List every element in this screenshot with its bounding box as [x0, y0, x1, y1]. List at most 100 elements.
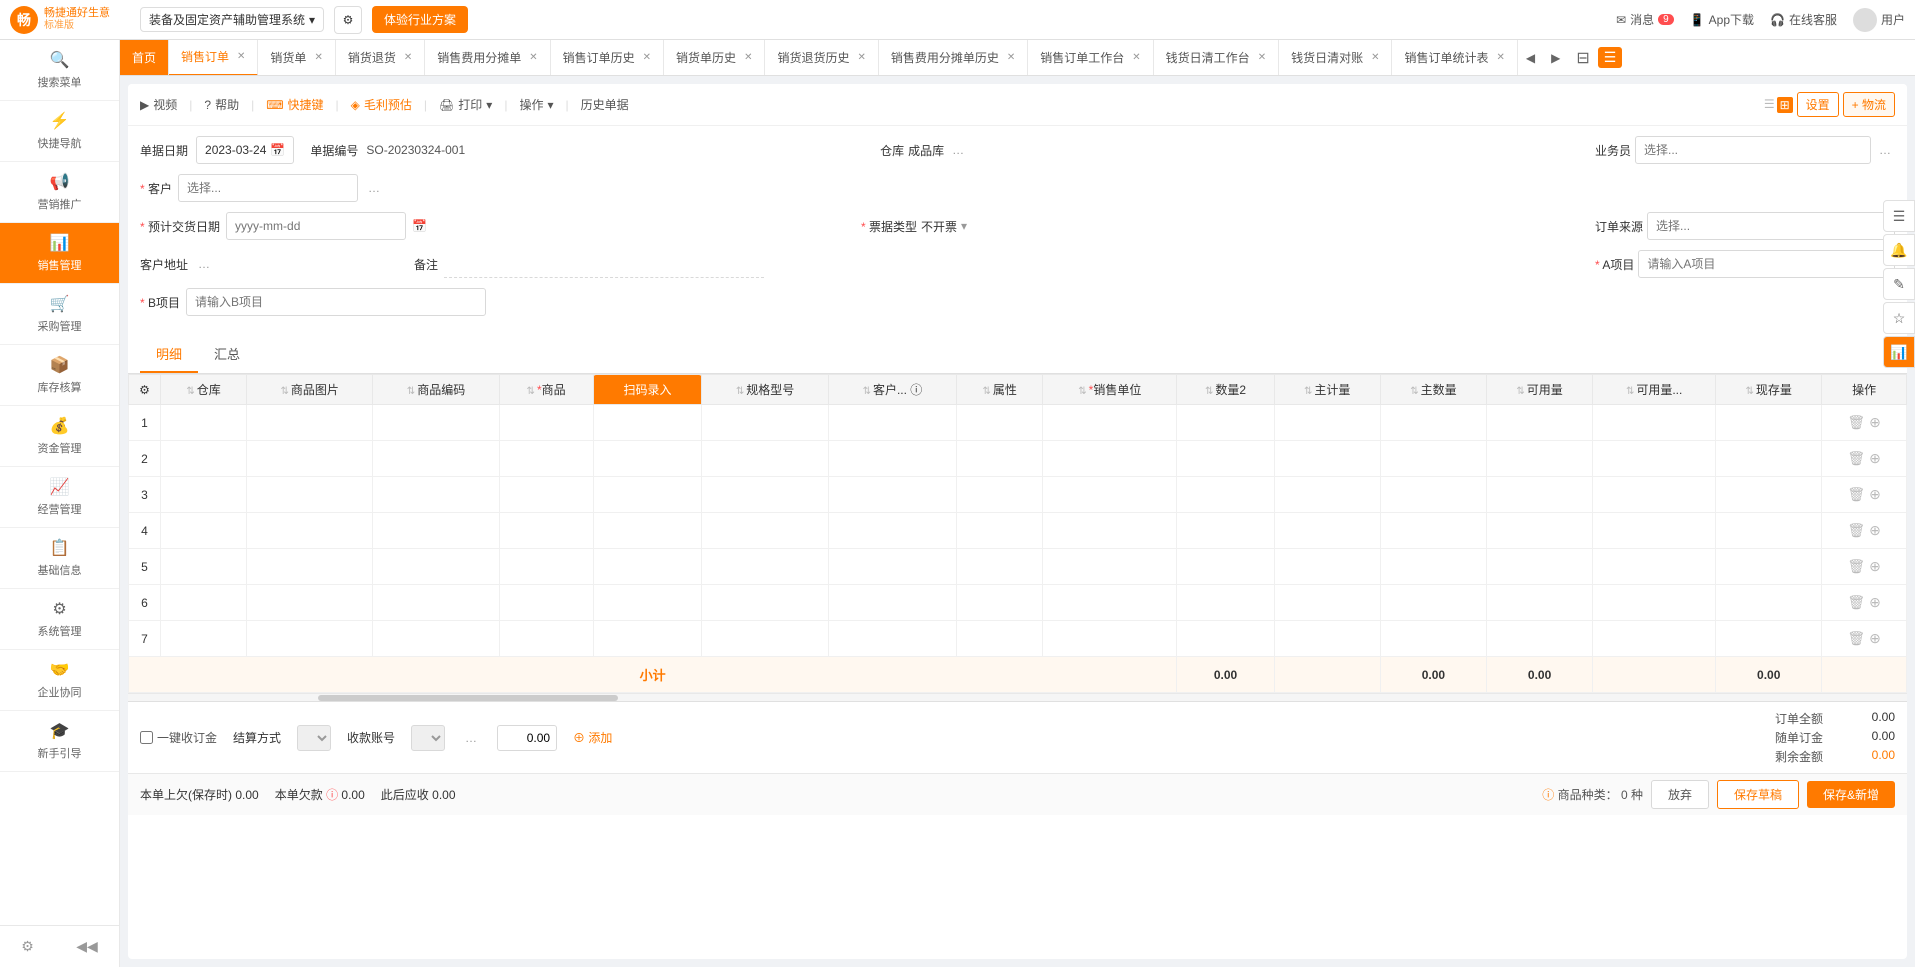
- remark-input[interactable]: [444, 250, 764, 278]
- sidebar-settings-btn[interactable]: ⚙: [17, 934, 38, 959]
- app-download-btn[interactable]: 📱 App下载: [1690, 11, 1754, 28]
- close-icon[interactable]: ✕: [1258, 40, 1266, 76]
- receipt-account-select[interactable]: [411, 725, 445, 751]
- delivery-date-input[interactable]: [226, 212, 406, 240]
- cell-warehouse[interactable]: [161, 441, 247, 477]
- cell-sales-unit[interactable]: [1043, 549, 1177, 585]
- float-btn-3[interactable]: ✎: [1883, 268, 1915, 300]
- cell-available2[interactable]: [1593, 549, 1716, 585]
- cell-main-unit[interactable]: [1274, 441, 1380, 477]
- cell-available[interactable]: [1487, 477, 1593, 513]
- cell-product[interactable]: [499, 513, 593, 549]
- cell-main-unit[interactable]: [1274, 585, 1380, 621]
- cell-available2[interactable]: [1593, 477, 1716, 513]
- warehouse-expand-btn[interactable]: …: [948, 143, 968, 157]
- cell-product[interactable]: [499, 621, 593, 657]
- cell-warehouse[interactable]: [161, 549, 247, 585]
- cell-customer-code[interactable]: [828, 477, 957, 513]
- receipt-amount-input[interactable]: [497, 725, 557, 751]
- cell-main-qty[interactable]: [1380, 621, 1486, 657]
- history-btn[interactable]: 历史单据: [581, 96, 629, 113]
- cell-current-stock[interactable]: [1716, 441, 1822, 477]
- cell-main-qty[interactable]: [1380, 585, 1486, 621]
- close-icon[interactable]: ✕: [857, 40, 865, 76]
- delete-icon[interactable]: 🗑: [1847, 558, 1865, 575]
- tab-sales-return[interactable]: 销货退货 ✕: [336, 40, 425, 76]
- list-view-btn[interactable]: ☰: [1764, 97, 1775, 113]
- cell-current-stock[interactable]: [1716, 477, 1822, 513]
- cell-code[interactable]: [373, 441, 499, 477]
- sidebar-item-guide[interactable]: 🎓 新手引导: [0, 711, 119, 772]
- delivery-calendar-icon[interactable]: 📅: [412, 219, 427, 233]
- cell-code[interactable]: [373, 477, 499, 513]
- add-receipt-btn[interactable]: ⊕ 添加: [573, 729, 612, 746]
- copy-icon[interactable]: ⊕: [1869, 630, 1881, 647]
- cell-warehouse[interactable]: [161, 585, 247, 621]
- cell-attribute[interactable]: [957, 621, 1043, 657]
- cell-available[interactable]: [1487, 621, 1593, 657]
- cell-attribute[interactable]: [957, 513, 1043, 549]
- tab-home[interactable]: 首页: [120, 40, 169, 76]
- cell-current-stock[interactable]: [1716, 585, 1822, 621]
- tab-sales-invoice[interactable]: 销货单 ✕: [258, 40, 335, 76]
- cell-product[interactable]: [499, 477, 593, 513]
- delete-icon[interactable]: 🗑: [1847, 522, 1865, 539]
- cell-qty2[interactable]: [1177, 585, 1274, 621]
- delete-icon[interactable]: 🗑: [1847, 450, 1865, 467]
- cell-available2[interactable]: [1593, 585, 1716, 621]
- cell-image[interactable]: [247, 549, 373, 585]
- cell-available2[interactable]: [1593, 621, 1716, 657]
- cell-available2[interactable]: [1593, 405, 1716, 441]
- cell-sales-unit[interactable]: [1043, 405, 1177, 441]
- cell-spec[interactable]: [702, 621, 828, 657]
- delete-icon[interactable]: 🗑: [1847, 414, 1865, 431]
- copy-icon[interactable]: ⊕: [1869, 486, 1881, 503]
- cell-attribute[interactable]: [957, 405, 1043, 441]
- cell-customer-code[interactable]: [828, 405, 957, 441]
- cell-sales-unit[interactable]: [1043, 477, 1177, 513]
- date-picker[interactable]: 2023-03-24 📅: [196, 136, 294, 164]
- cell-main-qty[interactable]: [1380, 441, 1486, 477]
- cell-current-stock[interactable]: [1716, 405, 1822, 441]
- close-icon[interactable]: ✕: [404, 40, 412, 76]
- b-project-input[interactable]: [186, 288, 486, 316]
- tab-sales-expense[interactable]: 销售费用分摊单 ✕: [425, 40, 550, 76]
- profit-btn[interactable]: ◈ 毛利预估: [351, 96, 412, 113]
- one-click-checkbox[interactable]: [140, 731, 153, 744]
- cell-qty2[interactable]: [1177, 621, 1274, 657]
- cell-customer-code[interactable]: [828, 513, 957, 549]
- cell-spec[interactable]: [702, 405, 828, 441]
- cell-available[interactable]: [1487, 513, 1593, 549]
- save-new-btn[interactable]: 保存&新增: [1807, 781, 1895, 808]
- cell-spec[interactable]: [702, 513, 828, 549]
- view-btn[interactable]: ▶ 视频: [140, 96, 177, 113]
- cell-main-unit[interactable]: [1274, 513, 1380, 549]
- cell-current-stock[interactable]: [1716, 513, 1822, 549]
- system-selector[interactable]: 装备及固定资产辅助管理系统 ▾: [140, 7, 324, 32]
- close-icon[interactable]: ✕: [1132, 40, 1140, 76]
- float-btn-4[interactable]: ☆: [1883, 302, 1915, 334]
- industry-btn[interactable]: 体验行业方案: [372, 6, 468, 33]
- tab-next-arrow[interactable]: ▶: [1543, 51, 1568, 65]
- cell-image[interactable]: [247, 477, 373, 513]
- cell-code[interactable]: [373, 513, 499, 549]
- cell-attribute[interactable]: [957, 585, 1043, 621]
- close-icon[interactable]: ✕: [237, 40, 245, 75]
- cell-available[interactable]: [1487, 405, 1593, 441]
- float-btn-1[interactable]: ☰: [1883, 200, 1915, 232]
- cell-code[interactable]: [373, 585, 499, 621]
- cell-qty2[interactable]: [1177, 549, 1274, 585]
- close-icon[interactable]: ✕: [744, 40, 752, 76]
- salesperson-input[interactable]: [1635, 136, 1871, 164]
- order-source-input[interactable]: [1647, 212, 1895, 240]
- cell-customer-code[interactable]: [828, 549, 957, 585]
- cell-warehouse[interactable]: [161, 513, 247, 549]
- cell-sales-unit[interactable]: [1043, 621, 1177, 657]
- settings-icon[interactable]: ⚙: [334, 6, 362, 34]
- cell-qty2[interactable]: [1177, 405, 1274, 441]
- cell-available2[interactable]: [1593, 441, 1716, 477]
- cell-warehouse[interactable]: [161, 477, 247, 513]
- cell-attribute[interactable]: [957, 477, 1043, 513]
- cell-qty2[interactable]: [1177, 513, 1274, 549]
- help-btn[interactable]: ? 帮助: [204, 96, 239, 113]
